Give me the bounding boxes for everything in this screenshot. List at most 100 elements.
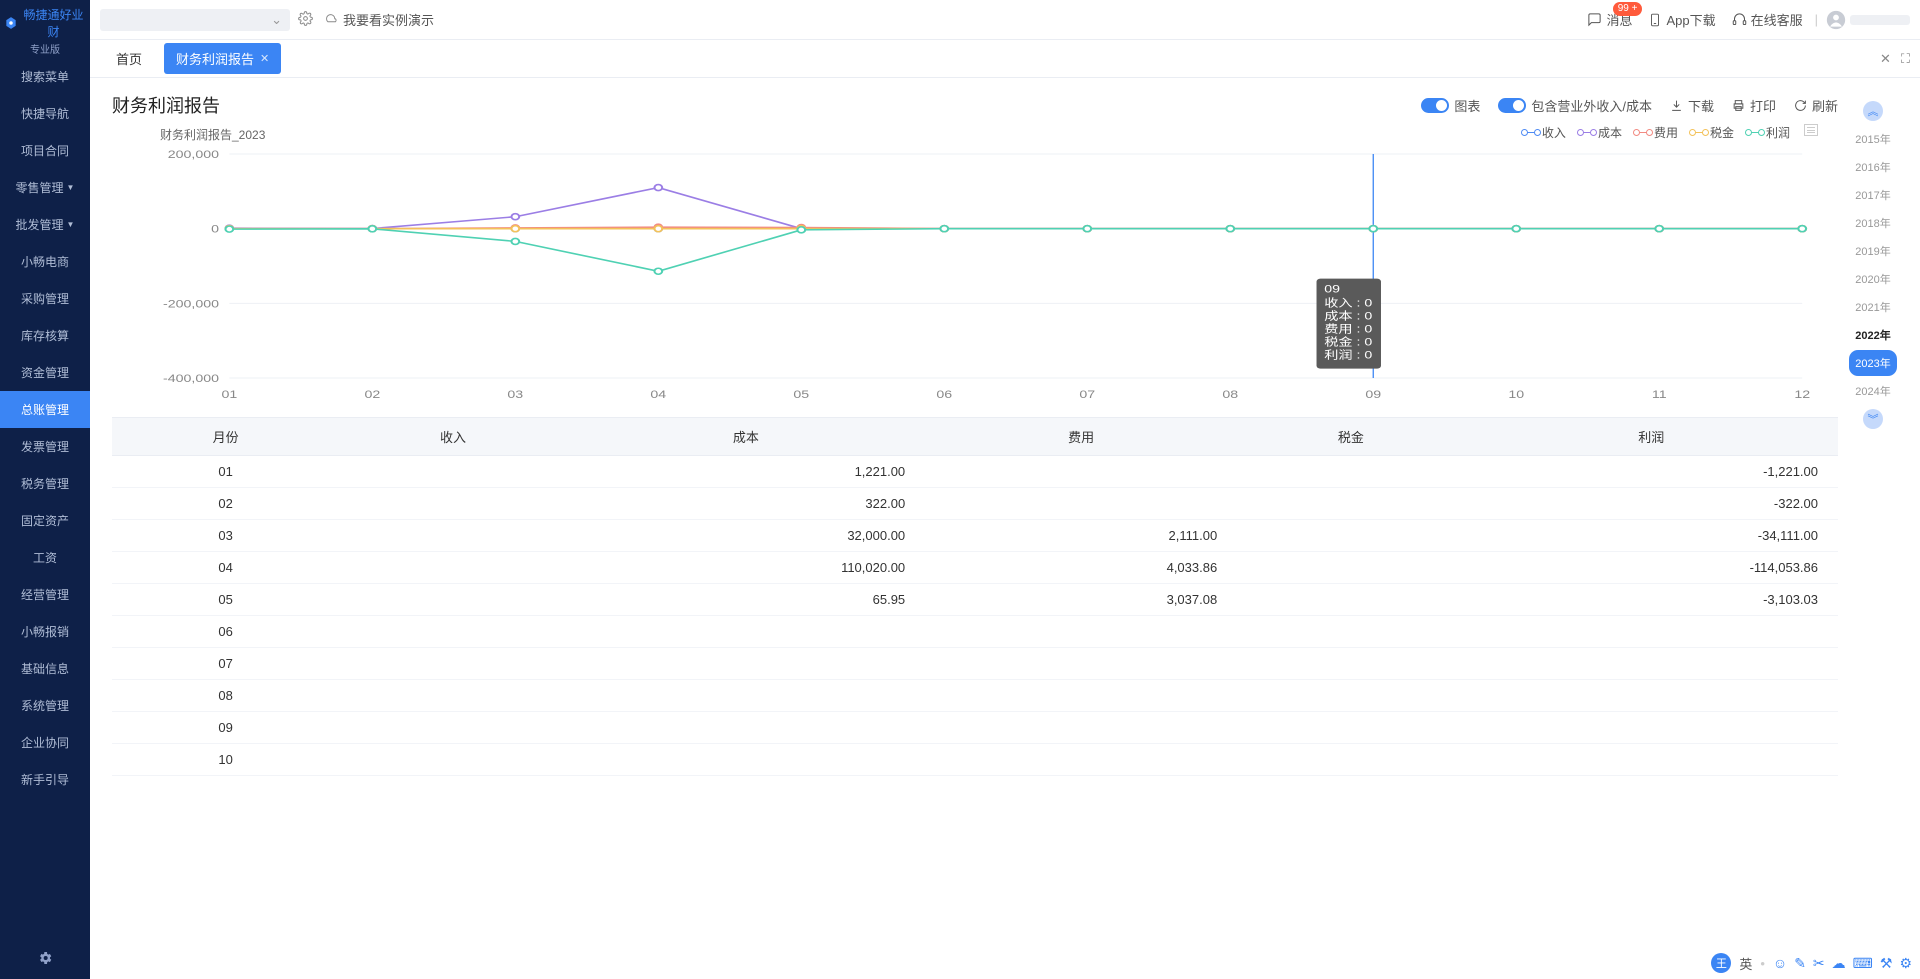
sidebar-item-16[interactable]: 基础信息 bbox=[0, 650, 90, 687]
ime-toolbar[interactable]: 王 英 • ☺ ✎ ✂ ☁ ⌨ ⚒ ⚙ bbox=[1711, 953, 1912, 973]
svg-text:10: 10 bbox=[1508, 388, 1524, 400]
year-2019年[interactable]: 2019年 bbox=[1849, 238, 1896, 264]
svg-text:01: 01 bbox=[221, 388, 237, 400]
year-2022年[interactable]: 2022年 bbox=[1849, 322, 1896, 348]
tabs-close-all-icon[interactable]: ✕ bbox=[1880, 51, 1891, 67]
legend-收入[interactable]: .lg:nth-child(1) .lg-sw::before,.lg:nth-… bbox=[1524, 124, 1566, 141]
ime-tool-icon[interactable]: ⚒ bbox=[1880, 955, 1893, 972]
chart-menu-icon[interactable] bbox=[1804, 124, 1818, 136]
refresh-button[interactable]: 刷新 bbox=[1794, 96, 1838, 115]
download-button[interactable]: 下载 bbox=[1670, 96, 1714, 115]
download-icon bbox=[1670, 99, 1683, 112]
support-button[interactable]: 在线客服 bbox=[1728, 8, 1807, 31]
svg-text:02: 02 bbox=[364, 388, 380, 400]
sidebar-item-15[interactable]: 小畅报销 bbox=[0, 613, 90, 650]
close-icon[interactable]: ✕ bbox=[260, 52, 269, 65]
app-download-button[interactable]: App下载 bbox=[1644, 8, 1719, 31]
table-row: 10 bbox=[112, 744, 1838, 776]
table-row: 09 bbox=[112, 712, 1838, 744]
svg-text:200,000: 200,000 bbox=[168, 148, 219, 160]
col-header: 费用 bbox=[925, 418, 1237, 456]
sidebar-item-10[interactable]: 发票管理 bbox=[0, 428, 90, 465]
sidebar-item-0[interactable]: 搜索菜单 bbox=[0, 58, 90, 95]
col-header: 成本 bbox=[567, 418, 926, 456]
svg-text:12: 12 bbox=[1794, 388, 1810, 400]
legend-税金[interactable]: .lg:nth-child(4) .lg-sw::before,.lg:nth-… bbox=[1692, 124, 1734, 141]
sidebar-item-6[interactable]: 采购管理 bbox=[0, 280, 90, 317]
tab-home[interactable]: 首页 bbox=[104, 43, 154, 74]
ime-emoji-icon[interactable]: ☺ bbox=[1773, 955, 1787, 972]
ime-lang[interactable]: 英 bbox=[1739, 954, 1752, 973]
ime-edit-icon[interactable]: ✎ bbox=[1794, 955, 1806, 972]
year-2018年[interactable]: 2018年 bbox=[1849, 210, 1896, 236]
toggle-chart[interactable]: 图表 bbox=[1421, 96, 1480, 115]
sidebar-item-4[interactable]: 批发管理▼ bbox=[0, 206, 90, 243]
svg-text:0: 0 bbox=[211, 223, 219, 235]
fullscreen-icon[interactable]: ⛶ bbox=[1901, 51, 1910, 67]
chevron-down-icon: ⌄ bbox=[271, 12, 282, 28]
ime-settings-icon[interactable]: ⚙ bbox=[1899, 955, 1912, 972]
year-scroll-down[interactable]: ︾ bbox=[1863, 409, 1883, 429]
table-row: 0332,000.002,111.00-34,111.00 bbox=[112, 520, 1838, 552]
table-row: 02322.00-322.00 bbox=[112, 488, 1838, 520]
legend-费用[interactable]: .lg:nth-child(3) .lg-sw::before,.lg:nth-… bbox=[1636, 124, 1678, 141]
sidebar-item-17[interactable]: 系统管理 bbox=[0, 687, 90, 724]
print-icon bbox=[1732, 99, 1745, 112]
chart-title: 财务利润报告_2023 bbox=[160, 126, 265, 143]
ime-cloud-icon[interactable]: ☁ bbox=[1832, 955, 1846, 972]
svg-text:收入 : 0: 收入 : 0 bbox=[1324, 297, 1372, 309]
demo-link[interactable]: 我要看实例演示 bbox=[321, 8, 438, 31]
year-2024年[interactable]: 2024年 bbox=[1849, 378, 1896, 404]
page-title: 财务利润报告 bbox=[112, 92, 220, 118]
gear-icon[interactable] bbox=[298, 11, 313, 29]
svg-text:成本 : 0: 成本 : 0 bbox=[1324, 310, 1372, 322]
svg-text:03: 03 bbox=[507, 388, 523, 400]
table-row: 04110,020.004,033.86-114,053.86 bbox=[112, 552, 1838, 584]
profit-line-chart[interactable]: 200,0000-200,000-400,0000102030405060708… bbox=[152, 128, 1828, 408]
sidebar-item-3[interactable]: 零售管理▼ bbox=[0, 169, 90, 206]
print-button[interactable]: 打印 bbox=[1732, 96, 1776, 115]
phone-icon bbox=[1648, 13, 1662, 27]
sidebar-item-8[interactable]: 资金管理 bbox=[0, 354, 90, 391]
year-rail: ︽ 2015年2016年2017年2018年2019年2020年2021年2022… bbox=[1848, 92, 1898, 965]
sidebar-item-14[interactable]: 经营管理 bbox=[0, 576, 90, 613]
year-2020年[interactable]: 2020年 bbox=[1849, 266, 1896, 292]
legend-成本[interactable]: .lg:nth-child(2) .lg-sw::before,.lg:nth-… bbox=[1580, 124, 1622, 141]
tab-profit-report[interactable]: 财务利润报告 ✕ bbox=[164, 43, 281, 74]
toggle-include-nonop[interactable]: 包含营业外收入/成本 bbox=[1498, 96, 1652, 115]
year-2021年[interactable]: 2021年 bbox=[1849, 294, 1896, 320]
org-selector[interactable]: ⌄ bbox=[100, 9, 290, 31]
sidebar-item-18[interactable]: 企业协同 bbox=[0, 724, 90, 761]
table-row: 08 bbox=[112, 680, 1838, 712]
year-2016年[interactable]: 2016年 bbox=[1849, 154, 1896, 180]
sidebar-item-9[interactable]: 总账管理 bbox=[0, 391, 90, 428]
sidebar-item-2[interactable]: 项目合同 bbox=[0, 132, 90, 169]
settings-icon[interactable] bbox=[0, 940, 90, 979]
svg-text:04: 04 bbox=[650, 388, 666, 400]
sidebar-item-1[interactable]: 快捷导航 bbox=[0, 95, 90, 132]
brand-logo-icon bbox=[4, 16, 18, 30]
year-scroll-up[interactable]: ︽ bbox=[1863, 101, 1883, 121]
sidebar-item-12[interactable]: 固定资产 bbox=[0, 502, 90, 539]
sidebar-item-11[interactable]: 税务管理 bbox=[0, 465, 90, 502]
sidebar-item-13[interactable]: 工资 bbox=[0, 539, 90, 576]
svg-text:利润 : 0: 利润 : 0 bbox=[1324, 349, 1372, 361]
ime-keyboard-icon[interactable]: ⌨ bbox=[1853, 955, 1873, 972]
ime-scissors-icon[interactable]: ✂ bbox=[1813, 955, 1825, 972]
sidebar-item-19[interactable]: 新手引导 bbox=[0, 761, 90, 798]
legend-利润[interactable]: .lg:nth-child(5) .lg-sw::before,.lg:nth-… bbox=[1748, 124, 1790, 141]
ime-badge[interactable]: 王 bbox=[1711, 953, 1731, 973]
svg-text:07: 07 bbox=[1079, 388, 1095, 400]
sidebar-item-7[interactable]: 库存核算 bbox=[0, 317, 90, 354]
year-2015年[interactable]: 2015年 bbox=[1849, 126, 1896, 152]
col-header: 税金 bbox=[1237, 418, 1464, 456]
user-menu[interactable] bbox=[1826, 10, 1910, 30]
year-2017年[interactable]: 2017年 bbox=[1849, 182, 1896, 208]
data-table: 月份收入成本费用税金利润 011,221.00-1,221.0002322.00… bbox=[112, 418, 1838, 776]
year-2023年[interactable]: 2023年 bbox=[1849, 350, 1896, 376]
svg-text:06: 06 bbox=[936, 388, 952, 400]
messages-button[interactable]: 消息 99 + bbox=[1583, 8, 1636, 31]
sidebar-item-5[interactable]: 小畅电商 bbox=[0, 243, 90, 280]
cloud-icon bbox=[325, 13, 339, 27]
svg-text:-400,000: -400,000 bbox=[163, 372, 219, 384]
